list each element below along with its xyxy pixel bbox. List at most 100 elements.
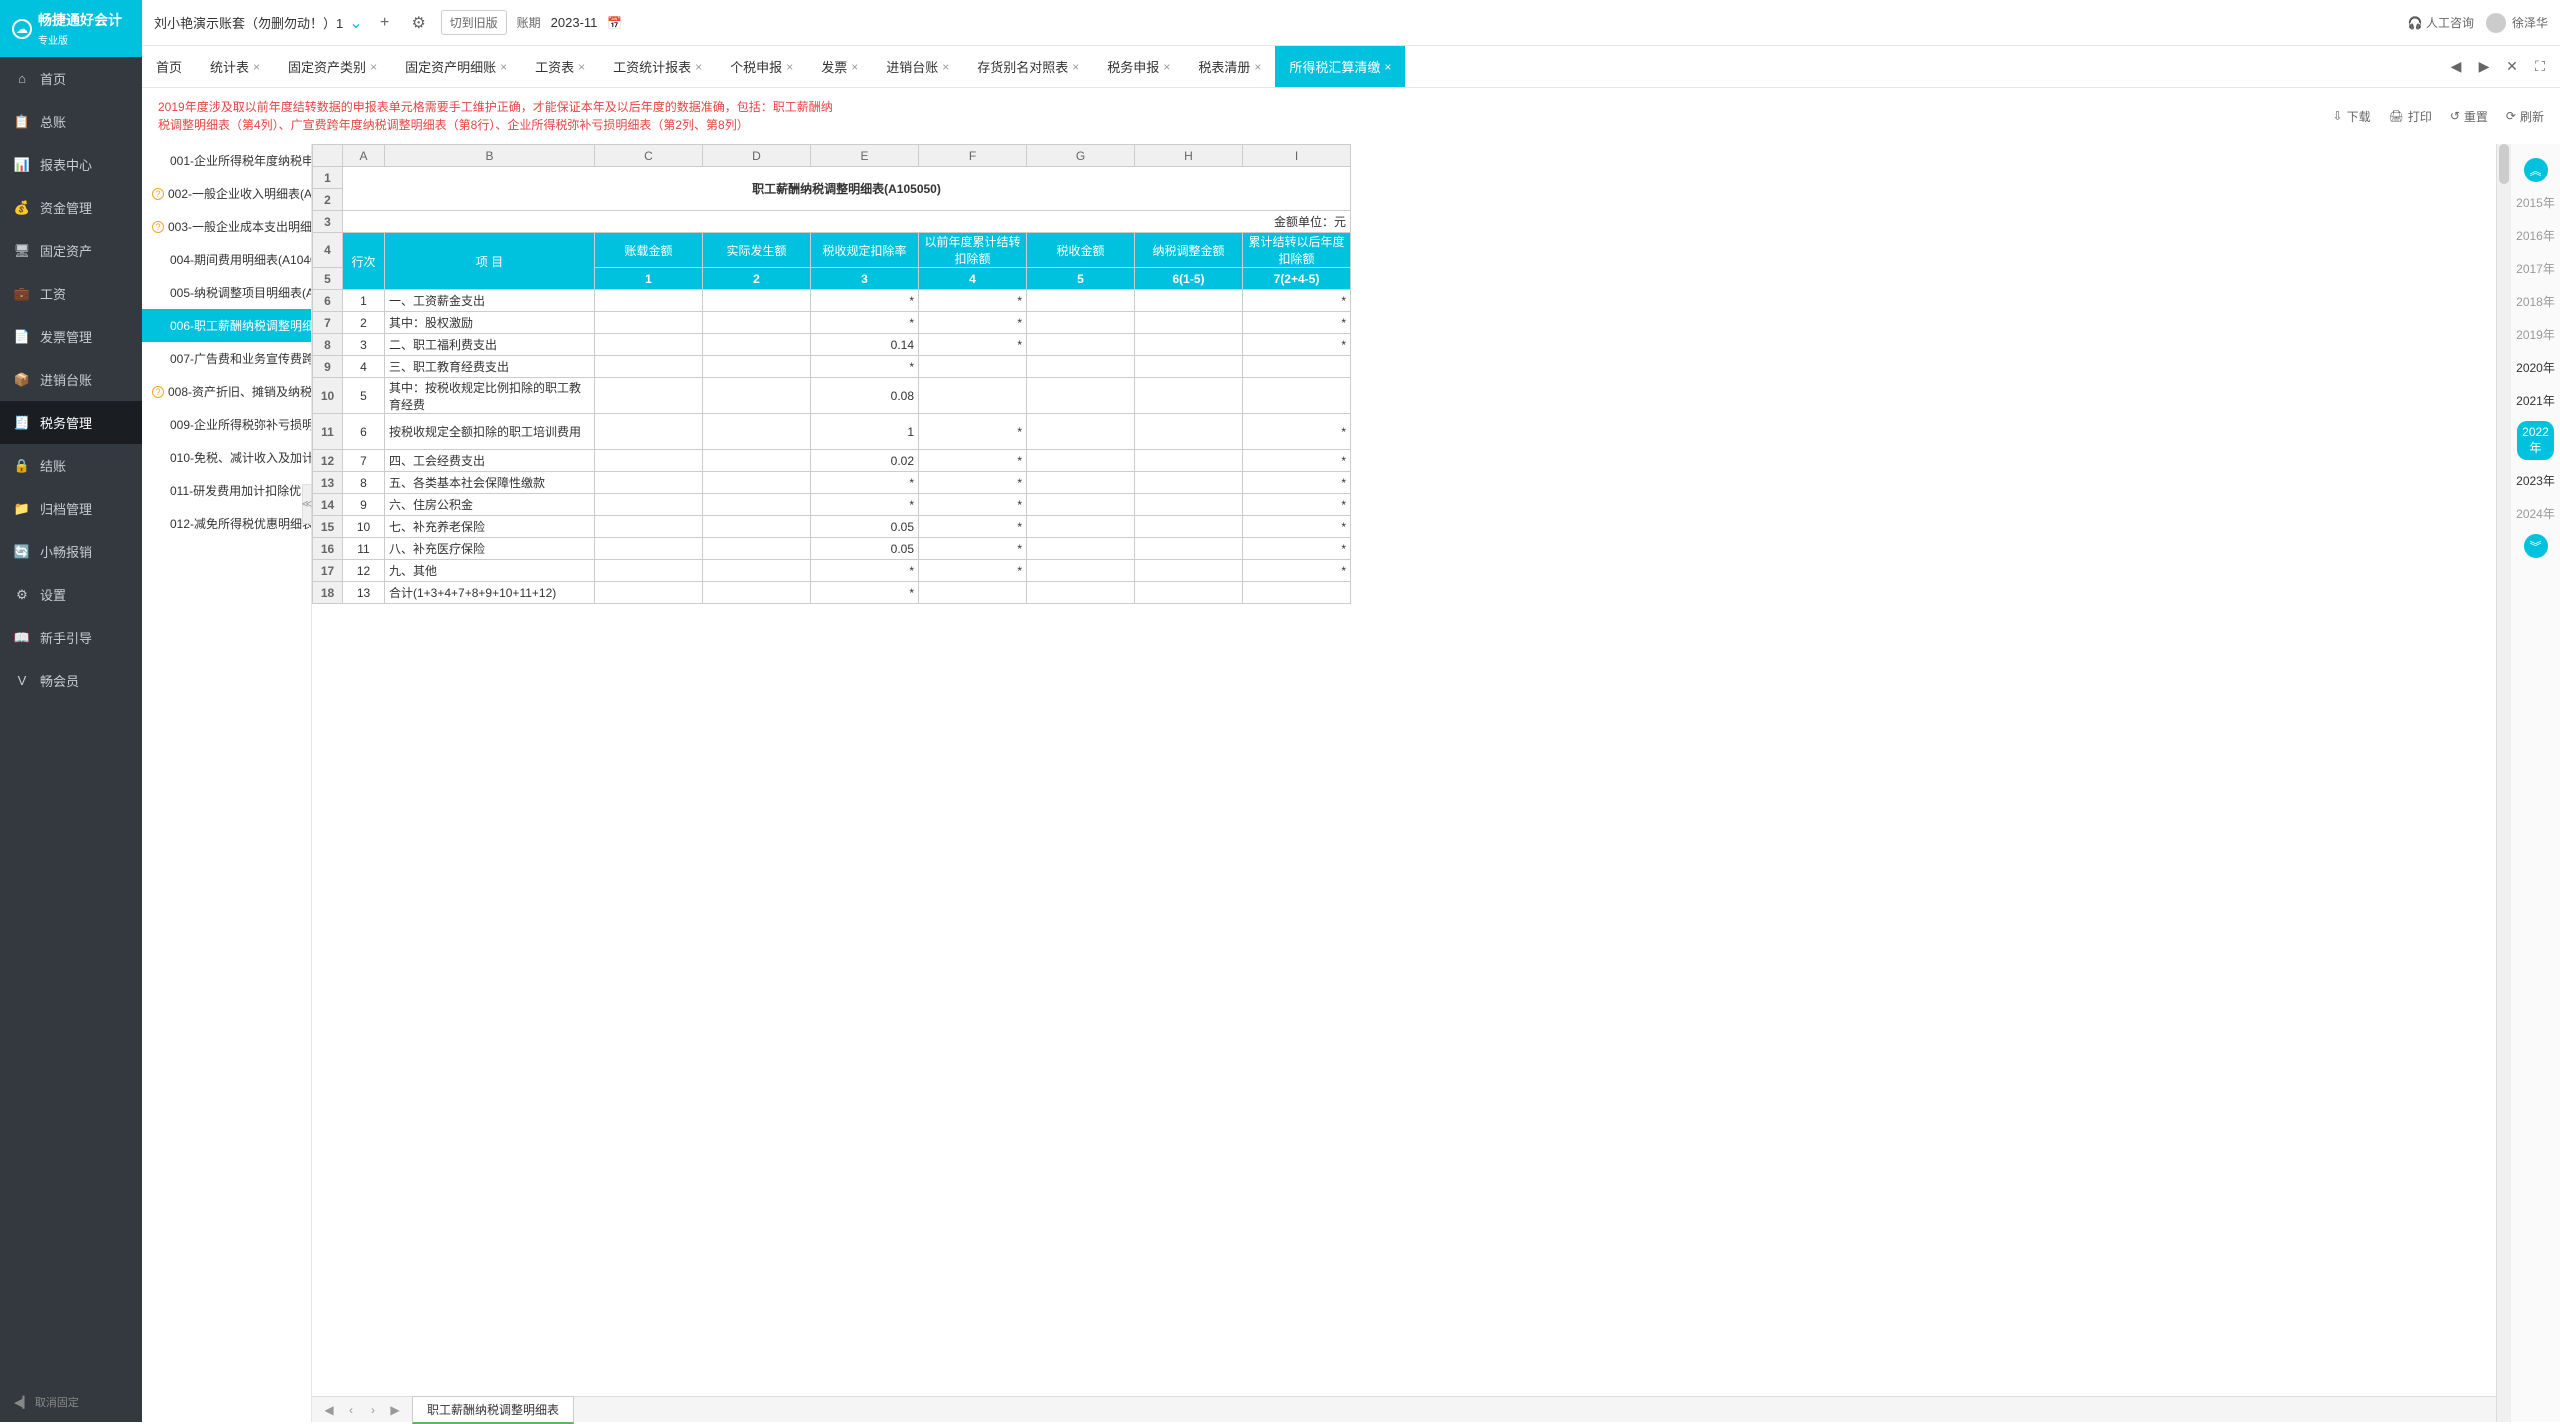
nav-item-6[interactable]: 📄发票管理 — [0, 315, 142, 358]
tab-11[interactable]: 税表清册× — [1184, 46, 1275, 87]
data-cell[interactable] — [1027, 472, 1135, 494]
year-2023年[interactable]: 2023年 — [2511, 464, 2560, 497]
data-cell[interactable] — [595, 312, 703, 334]
close-icon[interactable]: × — [942, 60, 949, 74]
data-cell[interactable] — [1027, 312, 1135, 334]
report-item-11[interactable]: 012-减免所得税优惠明细表(… — [142, 507, 311, 540]
close-icon[interactable]: × — [578, 60, 585, 74]
data-cell[interactable] — [1135, 334, 1243, 356]
data-cell[interactable]: 0.05 — [811, 538, 919, 560]
row-head[interactable]: 12 — [313, 450, 343, 472]
close-icon[interactable]: × — [370, 60, 377, 74]
data-cell[interactable] — [1027, 356, 1135, 378]
data-cell[interactable] — [1135, 516, 1243, 538]
row-head[interactable]: 8 — [313, 334, 343, 356]
data-cell[interactable] — [1027, 450, 1135, 472]
data-cell[interactable] — [1027, 538, 1135, 560]
sheet-last[interactable]: ▶ — [386, 1403, 404, 1417]
year-2015年[interactable]: 2015年 — [2511, 186, 2560, 219]
year-up-icon[interactable]: ︽ — [2524, 158, 2548, 182]
data-cell[interactable] — [595, 378, 703, 414]
account-selector[interactable]: 刘小艳演示账套（勿删勿动！）1 ⌄ — [154, 13, 363, 33]
data-cell[interactable]: * — [1243, 560, 1351, 582]
nav-item-4[interactable]: 🖥固定资产 — [0, 229, 142, 272]
nav-item-11[interactable]: 🔄小畅报销 — [0, 530, 142, 573]
tab-6[interactable]: 个税申报× — [716, 46, 807, 87]
report-item-5[interactable]: 006-职工薪酬纳税调整明细… — [142, 309, 311, 342]
refresh-button[interactable]: ⟳刷新 — [2506, 108, 2544, 125]
sheet-next[interactable]: › — [364, 1403, 382, 1417]
data-cell[interactable] — [1243, 356, 1351, 378]
data-cell[interactable]: * — [919, 516, 1027, 538]
data-cell[interactable] — [703, 312, 811, 334]
report-item-0[interactable]: 001-企业所得税年度纳税申… — [142, 144, 311, 177]
data-cell[interactable]: 0.14 — [811, 334, 919, 356]
data-cell[interactable]: * — [811, 356, 919, 378]
data-cell[interactable] — [1135, 560, 1243, 582]
data-cell[interactable]: * — [811, 582, 919, 604]
col-head[interactable]: B — [385, 145, 595, 167]
data-cell[interactable] — [1135, 538, 1243, 560]
data-cell[interactable] — [1135, 472, 1243, 494]
data-cell[interactable] — [1243, 378, 1351, 414]
close-icon[interactable]: × — [1384, 60, 1391, 74]
tab-1[interactable]: 统计表× — [196, 46, 274, 87]
tab-5[interactable]: 工资统计报表× — [599, 46, 716, 87]
col-head[interactable]: E — [811, 145, 919, 167]
data-cell[interactable] — [1027, 414, 1135, 450]
data-cell[interactable] — [703, 494, 811, 516]
tab-8[interactable]: 进销台账× — [872, 46, 963, 87]
data-cell[interactable] — [919, 378, 1027, 414]
data-cell[interactable] — [1135, 356, 1243, 378]
row-head[interactable]: 7 — [313, 312, 343, 334]
data-cell[interactable] — [1027, 494, 1135, 516]
data-cell[interactable]: * — [919, 494, 1027, 516]
tab-3[interactable]: 固定资产明细账× — [391, 46, 521, 87]
data-cell[interactable] — [595, 538, 703, 560]
data-cell[interactable] — [595, 516, 703, 538]
tab-4[interactable]: 工资表× — [521, 46, 599, 87]
row-head[interactable]: 18 — [313, 582, 343, 604]
row-head[interactable]: 4 — [313, 233, 343, 268]
close-icon[interactable]: × — [500, 60, 507, 74]
data-cell[interactable]: * — [919, 560, 1027, 582]
nav-item-3[interactable]: 💰资金管理 — [0, 186, 142, 229]
close-icon[interactable]: × — [851, 60, 858, 74]
data-cell[interactable] — [1027, 334, 1135, 356]
data-cell[interactable] — [595, 414, 703, 450]
nav-item-0[interactable]: ⌂首页 — [0, 57, 142, 100]
row-head[interactable]: 9 — [313, 356, 343, 378]
data-cell[interactable]: * — [811, 472, 919, 494]
switch-old-version[interactable]: 切到旧版 — [441, 10, 507, 35]
data-cell[interactable] — [1135, 312, 1243, 334]
user-badge[interactable]: 徐泽华 — [2486, 13, 2548, 33]
data-cell[interactable] — [595, 290, 703, 312]
col-head[interactable]: I — [1243, 145, 1351, 167]
data-cell[interactable]: * — [1243, 414, 1351, 450]
data-cell[interactable]: * — [919, 334, 1027, 356]
collapse-handle[interactable]: ≪ — [302, 484, 312, 524]
tab-prev[interactable]: ◀ — [2444, 55, 2468, 79]
add-button[interactable]: + — [373, 11, 397, 35]
data-cell[interactable] — [595, 356, 703, 378]
data-cell[interactable] — [1135, 450, 1243, 472]
row-head[interactable]: 10 — [313, 378, 343, 414]
calendar-icon[interactable]: 📅 — [607, 16, 622, 30]
row-head[interactable]: 3 — [313, 211, 343, 233]
data-cell[interactable] — [703, 582, 811, 604]
data-cell[interactable]: * — [1243, 516, 1351, 538]
row-head[interactable]: 1 — [313, 167, 343, 189]
data-cell[interactable] — [703, 538, 811, 560]
report-item-10[interactable]: 011-研发费用加计扣除优惠… — [142, 474, 311, 507]
data-cell[interactable]: 0.05 — [811, 516, 919, 538]
data-cell[interactable]: * — [811, 290, 919, 312]
print-button[interactable]: 🖨打印 — [2389, 108, 2432, 125]
consult-link[interactable]: 🎧 人工咨询 — [2408, 14, 2474, 31]
data-cell[interactable] — [1135, 290, 1243, 312]
row-head[interactable]: 14 — [313, 494, 343, 516]
sheet-prev[interactable]: ‹ — [342, 1403, 360, 1417]
year-2021年[interactable]: 2021年 — [2511, 384, 2560, 417]
nav-item-7[interactable]: 📦进销台账 — [0, 358, 142, 401]
data-cell[interactable]: * — [1243, 290, 1351, 312]
data-cell[interactable] — [703, 472, 811, 494]
